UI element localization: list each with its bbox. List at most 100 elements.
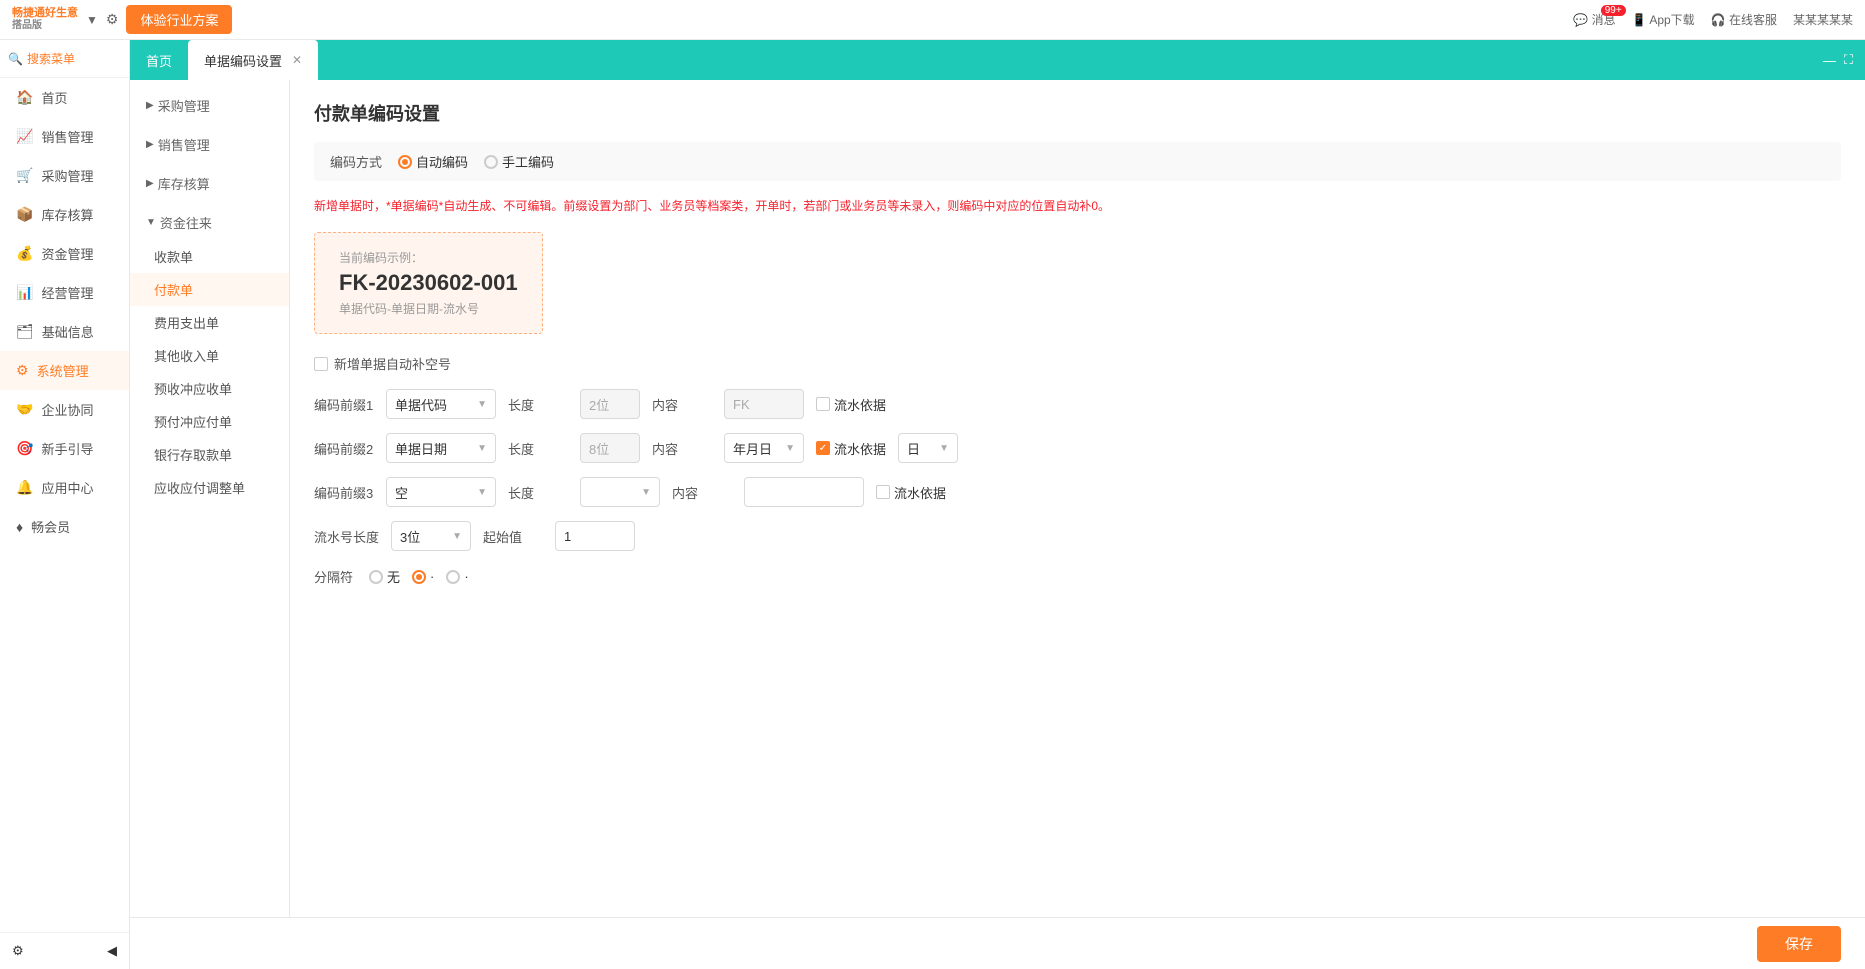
sidebar-item-system[interactable]: ⚙ 系统管理	[0, 351, 129, 390]
logo: 畅捷通好生意 搭品版	[12, 7, 78, 32]
home-icon: 🏠	[16, 89, 33, 106]
basic-info-icon: 🗂	[16, 323, 34, 340]
chevron-down-icon: ▼	[939, 443, 949, 454]
sidebar-item-management[interactable]: 📊 经营管理	[0, 273, 129, 312]
sidebar-item-purchase[interactable]: 🛒 采购管理	[0, 156, 129, 195]
sub-sidebar: ▶ 采购管理 ▶ 销售管理 ▶ 库存核算	[130, 80, 290, 917]
user-avatar[interactable]: 某某某某某	[1793, 11, 1853, 28]
sidebar-item-guide[interactable]: 🎯 新手引导	[0, 429, 129, 468]
chevron-down-icon: ▼	[477, 487, 487, 498]
sidebar-item-home[interactable]: 🏠 首页	[0, 78, 129, 117]
content3-input[interactable]	[744, 477, 864, 507]
sidebar-item-basic-info[interactable]: 🗂 基础信息	[0, 312, 129, 351]
sub-item-bank[interactable]: 银行存取款单	[130, 438, 289, 471]
app-body: 🔍 搜索菜单 🏠 首页 📈 销售管理 🛒 采购管理 📦 库存核算 💰 资金管理 …	[0, 40, 1865, 969]
auto-fill-checkbox[interactable]	[314, 357, 328, 371]
content1-label: 内容	[652, 395, 712, 414]
sep-none-dot	[369, 570, 383, 584]
sidebar-item-sales[interactable]: 📈 销售管理	[0, 117, 129, 156]
serial-length-label: 流水号长度	[314, 527, 379, 546]
sub-group-purchase: ▶ 采购管理	[130, 88, 289, 123]
sub-item-adjustment[interactable]: 应收应付调整单	[130, 471, 289, 504]
save-button[interactable]: 保存	[1757, 926, 1841, 962]
start-value-input[interactable]: 1	[555, 521, 635, 551]
sidebar-item-inventory[interactable]: 📦 库存核算	[0, 195, 129, 234]
sub-title-sales[interactable]: ▶ 销售管理	[130, 127, 289, 162]
search-menu[interactable]: 🔍 搜索菜单	[0, 40, 129, 78]
manual-encoding-radio[interactable]: 手工编码	[484, 152, 554, 171]
chevron-down-icon: ▼	[452, 531, 462, 542]
length3-select[interactable]: ▼	[580, 477, 660, 507]
prefix1-select[interactable]: 单据代码 ▼	[386, 389, 496, 419]
sidebar-settings-icon[interactable]: ⚙	[12, 943, 24, 959]
serial1-checkbox[interactable]	[816, 397, 830, 411]
separator-radio-group: 无 · ·	[369, 567, 469, 586]
sub-item-payment[interactable]: 付款单	[130, 273, 289, 306]
system-icon: ⚙	[16, 362, 29, 379]
serial2-label: 流水依据	[834, 439, 886, 458]
chevron-down-icon: ▼	[641, 487, 651, 498]
sales-icon: 📈	[16, 128, 33, 145]
length2-input: 8位	[580, 433, 640, 463]
manual-radio-dot	[484, 155, 498, 169]
tab-encoding-settings[interactable]: 单据编码设置 ✕	[188, 40, 318, 80]
tab-home[interactable]: 首页	[130, 40, 188, 80]
arrow-icon: ▶	[146, 178, 154, 189]
online-service-btn[interactable]: 🎧 在线客服	[1711, 11, 1777, 28]
sub-title-purchase[interactable]: ▶ 采购管理	[130, 88, 289, 123]
content3-label: 内容	[672, 483, 732, 502]
sidebar-collapse-icon[interactable]: ◀	[107, 943, 117, 959]
sub-item-expense[interactable]: 费用支出单	[130, 306, 289, 339]
sub-title-capital[interactable]: ▼ 资金往来	[130, 205, 289, 240]
tab-minimize-icon[interactable]: —	[1823, 53, 1836, 68]
prefix3-select[interactable]: 空 ▼	[386, 477, 496, 507]
sub-item-other-income[interactable]: 其他收入单	[130, 339, 289, 372]
prefix3-label: 编码前缀3	[314, 483, 374, 502]
serial3-checkbox[interactable]	[876, 485, 890, 499]
sub-title-inventory[interactable]: ▶ 库存核算	[130, 166, 289, 201]
sidebar-item-finance[interactable]: 💰 资金管理	[0, 234, 129, 273]
sub-group-inventory: ▶ 库存核算	[130, 166, 289, 201]
info-text: 新增单据时，*单据编码*自动生成、不可编辑。前缀设置为部门、业务员等档案类，开单…	[314, 197, 1841, 216]
sep-dot-radio[interactable]: ·	[412, 569, 434, 584]
top-bar-left: 畅捷通好生意 搭品版 ▼ ⚙ 体验行业方案	[12, 5, 1565, 34]
serial-length-select[interactable]: 3位 ▼	[391, 521, 471, 551]
serial-period-select[interactable]: 日 ▼	[898, 433, 958, 463]
main-panel: 付款单编码设置 编码方式 自动编码 手工编码	[290, 80, 1865, 917]
settings-icon[interactable]: ⚙	[106, 11, 119, 28]
bottom-bar: 保存	[130, 917, 1865, 969]
serial2-checkbox-group: ✓ 流水依据	[816, 439, 886, 458]
app-center-icon: 🔔	[16, 479, 33, 496]
workspace-dropdown[interactable]: ▼	[86, 13, 98, 27]
prefix2-select[interactable]: 单据日期 ▼	[386, 433, 496, 463]
length1-label: 长度	[508, 395, 568, 414]
serial2-checkbox[interactable]: ✓	[816, 441, 830, 455]
chevron-down-icon: ▼	[477, 399, 487, 410]
sub-item-receipt[interactable]: 收款单	[130, 240, 289, 273]
sub-item-prepaid-receivable[interactable]: 预收冲应收单	[130, 372, 289, 405]
code-preview-title: 当前编码示例：	[339, 249, 518, 266]
app-download-btn[interactable]: 📱 App下载	[1632, 11, 1695, 28]
sep-none-radio[interactable]: 无	[369, 567, 400, 586]
separator-label: 分隔符	[314, 567, 353, 586]
code-preview: 当前编码示例： FK-20230602-001 单据代码-单据日期-流水号	[314, 232, 543, 334]
sep-dot2-radio[interactable]: ·	[446, 569, 468, 584]
sub-item-prepaid-payable[interactable]: 预付冲应付单	[130, 405, 289, 438]
content2-select[interactable]: 年月日 ▼	[724, 433, 804, 463]
length3-label: 长度	[508, 483, 568, 502]
sidebar-item-vip[interactable]: ♦ 畅会员	[0, 507, 129, 546]
tab-close-icon[interactable]: ✕	[292, 53, 302, 67]
experience-btn[interactable]: 体验行业方案	[126, 5, 232, 34]
start-value-label: 起始值	[483, 527, 543, 546]
code-preview-value: FK-20230602-001	[339, 270, 518, 296]
sidebar-item-app-center[interactable]: 🔔 应用中心	[0, 468, 129, 507]
serial1-checkbox-group: 流水依据	[816, 395, 886, 414]
top-bar: 畅捷通好生意 搭品版 ▼ ⚙ 体验行业方案 💬 消息 99+ 📱 App下载 🎧…	[0, 0, 1865, 40]
arrow-expand-icon: ▼	[146, 217, 156, 228]
tab-maximize-icon[interactable]: ⛶	[1844, 52, 1853, 68]
prefix2-row: 编码前缀2 单据日期 ▼ 长度 8位 内容 年月日 ▼	[314, 433, 1841, 463]
auto-encoding-radio[interactable]: 自动编码	[398, 152, 468, 171]
sidebar-item-enterprise[interactable]: 🤝 企业协同	[0, 390, 129, 429]
message-btn[interactable]: 💬 消息 99+	[1573, 11, 1615, 28]
encoding-radio-group: 自动编码 手工编码	[398, 152, 554, 171]
